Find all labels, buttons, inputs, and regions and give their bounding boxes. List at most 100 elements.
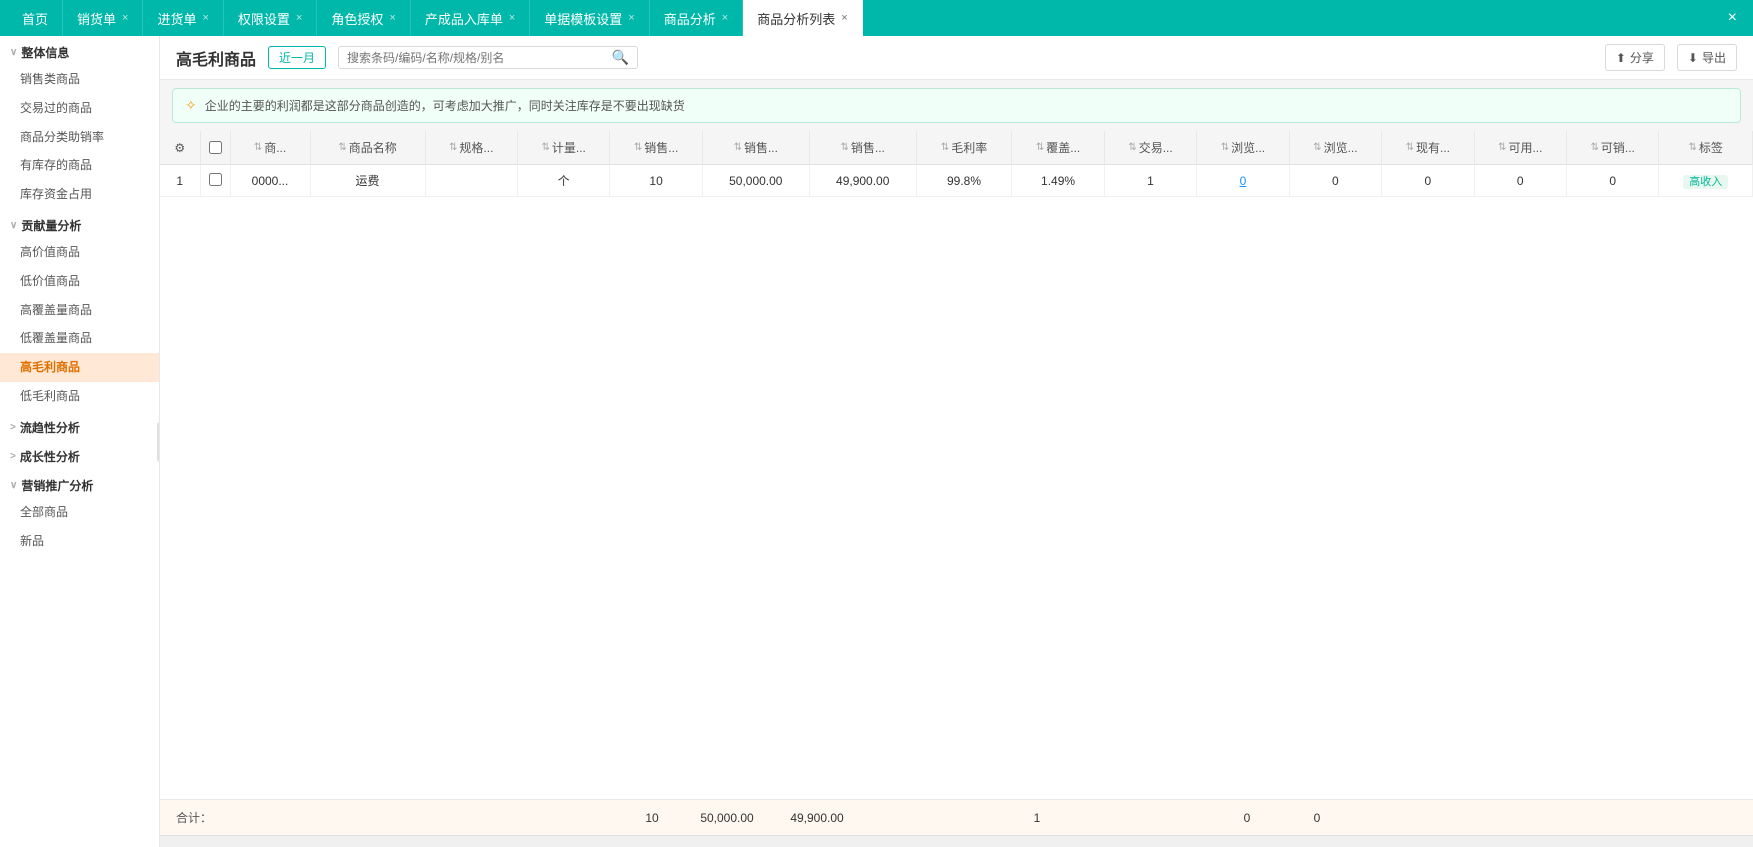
cell-checkbox: [200, 165, 230, 197]
col-saleAmt: ⇅销售...: [702, 131, 809, 165]
export-icon: ⬇: [1688, 51, 1698, 65]
data-table: ⚙⇅商...⇅商品名称⇅规格...⇅计量...⇅销售...⇅销售...⇅销售..…: [160, 131, 1753, 197]
nav-tab[interactable]: 进货单×: [143, 0, 223, 36]
cell-saleProfit: 49,900.00: [809, 165, 916, 197]
info-banner: ✧ 企业的主要的利润都是这部分商品创造的，可考虑加大推广，同时关注库存是不要出现…: [172, 88, 1741, 123]
tab-close-icon[interactable]: ×: [202, 12, 208, 24]
content-header: 高毛利商品 近一月 🔍 ⬆ 分享 ⬇ 导出: [160, 36, 1753, 80]
footer-cell: 10: [622, 811, 682, 825]
nav-tab[interactable]: 产成品入库单×: [411, 0, 530, 36]
col-label: 浏览...: [1231, 139, 1265, 156]
sidebar-item[interactable]: 库存资金占用: [0, 180, 159, 209]
col-label: 浏览...: [1324, 139, 1358, 156]
col-tradeCount: ⇅交易...: [1104, 131, 1196, 165]
close-all-button[interactable]: ×: [1720, 9, 1745, 27]
col-label: 可用...: [1508, 139, 1542, 156]
cell-saleAmt: 50,000.00: [702, 165, 809, 197]
sidebar-item[interactable]: 销售类商品: [0, 65, 159, 94]
nav-tab[interactable]: 商品分析×: [650, 0, 743, 36]
cell-coverRate: 1.49%: [1012, 165, 1104, 197]
content-area: 高毛利商品 近一月 🔍 ⬆ 分享 ⬇ 导出 ✧ 企业的主要的利润都是这部分商品创…: [160, 36, 1753, 847]
nav-tab[interactable]: 单据模板设置×: [530, 0, 649, 36]
cell-saleable: 0: [1566, 165, 1658, 197]
settings-icon[interactable]: ⚙: [174, 141, 185, 155]
top-nav: 首页销货单×进货单×权限设置×角色授权×产成品入库单×单据模板设置×商品分析×商…: [0, 0, 1753, 36]
col-label: 可销...: [1601, 139, 1635, 156]
cell-spec: [425, 165, 517, 197]
search-wrapper: 🔍: [338, 46, 638, 69]
nav-tab[interactable]: 商品分析列表×: [743, 0, 862, 36]
nav-tab[interactable]: 角色授权×: [317, 0, 410, 36]
sidebar-item[interactable]: 全部商品: [0, 498, 159, 527]
cell-code: 0000...: [230, 165, 310, 197]
col-available: ⇅可用...: [1474, 131, 1566, 165]
sidebar-item[interactable]: 新品: [0, 527, 159, 556]
tab-close-icon[interactable]: ×: [722, 12, 728, 24]
sidebar-item[interactable]: 交易过的商品: [0, 94, 159, 123]
footer-label: 合计：: [176, 809, 212, 826]
col-label: 现有...: [1416, 139, 1450, 156]
tab-close-icon[interactable]: ×: [122, 12, 128, 24]
col-tag: ⇅标签: [1659, 131, 1753, 165]
select-all-checkbox[interactable]: [209, 141, 222, 154]
col-onhand: ⇅现有...: [1382, 131, 1474, 165]
tab-close-icon[interactable]: ×: [296, 12, 302, 24]
col-browseUv: ⇅浏览...: [1197, 131, 1289, 165]
tag-badge: 高收入: [1683, 175, 1728, 189]
page-title: 高毛利商品: [176, 46, 256, 70]
sidebar-item[interactable]: 低价值商品: [0, 267, 159, 296]
col-label: 毛利率: [951, 139, 987, 156]
col-label: 规格...: [459, 139, 493, 156]
browse-uv-link[interactable]: 0: [1240, 174, 1247, 188]
sidebar-item[interactable]: 有库存的商品: [0, 151, 159, 180]
cell-available: 0: [1474, 165, 1566, 197]
row-checkbox[interactable]: [209, 173, 222, 186]
share-icon: ⬆: [1616, 51, 1626, 65]
cell-grossRate: 99.8%: [916, 165, 1012, 197]
col-coverRate: ⇅覆盖...: [1012, 131, 1104, 165]
col-label: 标签: [1699, 139, 1723, 156]
cell-name: 运费: [310, 165, 425, 197]
col-label: 销售...: [851, 139, 885, 156]
cell-onhand: 0: [1382, 165, 1474, 197]
cell-saleQty: 10: [610, 165, 702, 197]
col-label: 销售...: [644, 139, 678, 156]
sidebar-group-label[interactable]: ∨ 营销推广分析: [0, 469, 159, 498]
col-name: ⇅商品名称: [310, 131, 425, 165]
footer-summary: 合计： 1050,000.0049,900.00100: [160, 799, 1753, 835]
sidebar-item[interactable]: 高毛利商品: [0, 353, 159, 382]
export-button[interactable]: ⬇ 导出: [1677, 44, 1737, 71]
sidebar-group-label[interactable]: > 流趋性分析: [0, 411, 159, 440]
sidebar-item[interactable]: 低毛利商品: [0, 382, 159, 411]
cell-index: 1: [160, 165, 200, 197]
col-grossRate: ⇅毛利率: [916, 131, 1012, 165]
col-browsePv: ⇅浏览...: [1289, 131, 1381, 165]
col-label: 覆盖...: [1046, 139, 1080, 156]
tab-close-icon[interactable]: ×: [628, 12, 634, 24]
tab-close-icon[interactable]: ×: [389, 12, 395, 24]
search-icon: 🔍: [612, 49, 629, 66]
filter-period-button[interactable]: 近一月: [268, 46, 326, 69]
sidebar-item[interactable]: 商品分类助销率: [0, 123, 159, 152]
cell-tradeCount: 1: [1104, 165, 1196, 197]
col-code: ⇅商...: [230, 131, 310, 165]
sidebar-collapse-button[interactable]: «: [157, 422, 160, 462]
tab-close-icon[interactable]: ×: [509, 12, 515, 24]
tab-close-icon[interactable]: ×: [841, 12, 847, 24]
horizontal-scrollbar[interactable]: [160, 835, 1753, 847]
sidebar-item[interactable]: 低覆盖量商品: [0, 324, 159, 353]
nav-tab[interactable]: 权限设置×: [224, 0, 317, 36]
nav-tab[interactable]: 销货单×: [63, 0, 143, 36]
sidebar-group-label[interactable]: ∨ 贡献量分析: [0, 209, 159, 238]
search-input[interactable]: [347, 51, 612, 65]
info-text: 企业的主要的利润都是这部分商品创造的，可考虑加大推广，同时关注库存是不要出现缺货: [205, 97, 685, 114]
sidebar-group-label[interactable]: ∨ 整体信息: [0, 36, 159, 65]
nav-tab[interactable]: 首页: [8, 0, 63, 36]
col-saleable: ⇅可销...: [1566, 131, 1658, 165]
share-button[interactable]: ⬆ 分享: [1605, 44, 1665, 71]
cell-browseUv: 0: [1197, 165, 1289, 197]
sidebar-item[interactable]: 高价值商品: [0, 238, 159, 267]
sidebar-item[interactable]: 高覆盖量商品: [0, 296, 159, 325]
cell-unit: 个: [517, 165, 609, 197]
sidebar-group-label[interactable]: > 成长性分析: [0, 440, 159, 469]
